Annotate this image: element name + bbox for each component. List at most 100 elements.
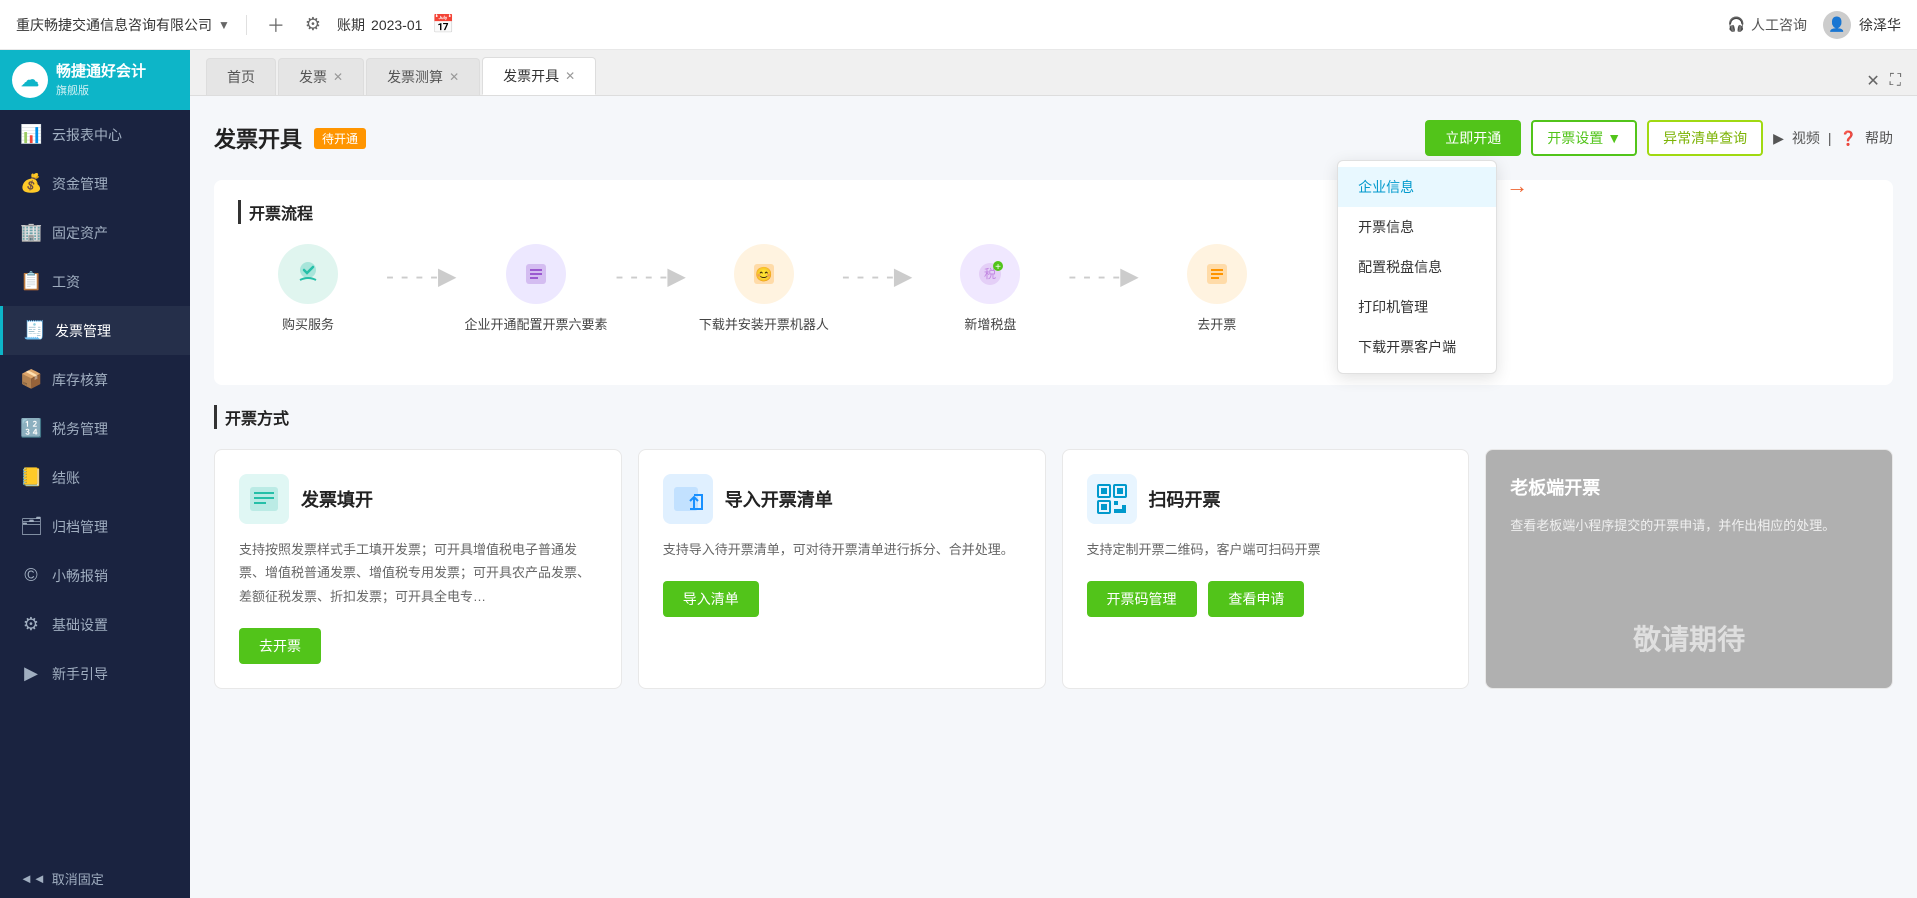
tab-fapiao-kaiju[interactable]: 发票开具 ✕ — [482, 57, 596, 95]
sidebar-item-label: 基础设置 — [52, 615, 108, 635]
settings-icon[interactable]: ⚙ — [301, 10, 325, 39]
billing-card-manual: 发票填开 支持按照发票样式手工填开发票；可开具增值税电子普通发票、增值税普通发票… — [214, 449, 622, 689]
billing-card-import-header: 导入开票清单 — [663, 474, 1021, 524]
abnormal-list-button[interactable]: 异常清单查询 — [1647, 120, 1763, 156]
scan-card-desc: 支持定制开票二维码，客户端可扫码开票 — [1087, 538, 1445, 561]
tab-cesuan-close[interactable]: ✕ — [449, 70, 459, 84]
step-addtax-label: 新增税盘 — [964, 314, 1016, 333]
headphone-icon: 🎧 — [1728, 16, 1745, 33]
user-name: 徐泽华 — [1859, 15, 1901, 35]
sidebar-item-label: 库存核算 — [52, 370, 108, 390]
tab-bar-inner: 首页 发票 ✕ 发票测算 ✕ 发票开具 ✕ — [206, 57, 1866, 95]
page-actions: 立即开通 开票设置 ▼ 企业信息 — [1425, 120, 1893, 156]
sidebar-nav: 📊 云报表中心 💰 资金管理 🏢 固定资产 📋 工资 🧾 发票管理 — [0, 110, 190, 859]
company-selector[interactable]: 重庆畅捷交通信息咨询有限公司 ▼ — [16, 15, 230, 35]
dropdown-item-printer[interactable]: 打印机管理 — [1338, 287, 1496, 327]
tab-home-label: 首页 — [227, 67, 255, 87]
red-arrow-indicator: → — [1506, 173, 1528, 199]
avatar: 👤 — [1823, 11, 1851, 39]
manual-card-footer: 去开票 — [239, 628, 597, 664]
flow-step-addtax: 税 + 新增税盘 — [920, 244, 1060, 333]
sidebar-item-xinyindao[interactable]: ▶ 新手引导 — [0, 649, 190, 698]
sidebar-item-label: 云报表中心 — [52, 125, 122, 145]
billing-card-boss: 老板端开票 查看老板端小程序提交的开票申请，并作出相应的处理。 敬请期待 — [1485, 449, 1893, 689]
sidebar-item-fapiao[interactable]: 🧾 发票管理 — [0, 306, 190, 355]
dropdown-invoice-info-label: 开票信息 — [1358, 219, 1414, 235]
flow-step-buy: 购买服务 — [238, 244, 378, 333]
step-download-icon: 😊 — [734, 244, 794, 304]
sidebar-item-gongzi[interactable]: 📋 工资 — [0, 257, 190, 306]
sidebar-item-label: 新手引导 — [52, 664, 108, 684]
chart-icon: 📊 — [20, 124, 42, 145]
sidebar-item-yunbao[interactable]: 📊 云报表中心 — [0, 110, 190, 159]
step-kaipiao-label: 去开票 — [1197, 314, 1236, 333]
archive-icon: 🗂 — [20, 516, 42, 537]
close-tab-icon[interactable]: ✕ — [1866, 71, 1879, 91]
tab-fapiao[interactable]: 发票 ✕ — [278, 58, 364, 95]
logo-title: 畅捷通好会计 — [56, 62, 146, 82]
tab-fapiao-close[interactable]: ✕ — [333, 70, 343, 84]
dropdown-item-tax-disk[interactable]: 配置税盘信息 — [1338, 247, 1496, 287]
page-content: 发票开具 待开通 立即开通 开票设置 ▼ — [190, 96, 1917, 898]
flow-arrow-2: - - - -▶ — [607, 262, 693, 291]
step-addtax-icon: 税 + — [960, 244, 1020, 304]
calendar-icon[interactable]: 📅 — [428, 10, 458, 39]
invoice-icon: 🧾 — [23, 320, 45, 341]
overlay-text: 敬请期待 — [1633, 618, 1745, 658]
import-invoice-icon — [663, 474, 713, 524]
sidebar-item-kucun[interactable]: 📦 库存核算 — [0, 355, 190, 404]
separator-pipe: | — [1828, 130, 1832, 146]
sidebar-item-gudingzichan[interactable]: 🏢 固定资产 — [0, 208, 190, 257]
sidebar-item-jiezhang[interactable]: 📒 结账 — [0, 453, 190, 502]
flow-step-kaipiao: 去开票 — [1147, 244, 1287, 333]
tab-home[interactable]: 首页 — [206, 58, 276, 95]
flow-section: 开票流程 购买服务 — [214, 180, 1893, 385]
dropdown-item-download-client[interactable]: 下载开票客户端 — [1338, 327, 1496, 367]
sidebar-item-jichushezhi[interactable]: ⚙ 基础设置 — [0, 600, 190, 649]
billing-card-manual-header: 发票填开 — [239, 474, 597, 524]
status-badge: 待开通 — [314, 128, 366, 149]
import-card-title: 导入开票清单 — [725, 486, 833, 512]
flow-section-title: 开票流程 — [238, 200, 1869, 224]
methods-section-title: 开票方式 — [214, 405, 1893, 429]
sidebar-item-shuiwu[interactable]: 🔢 税务管理 — [0, 404, 190, 453]
boss-card-desc: 查看老板端小程序提交的开票申请，并作出相应的处理。 — [1510, 514, 1868, 537]
sidebar-item-guidang[interactable]: 🗂 归档管理 — [0, 502, 190, 551]
scan-card-title: 扫码开票 — [1149, 486, 1221, 512]
qrcode-manage-button[interactable]: 开票码管理 — [1087, 581, 1197, 617]
top-bar-right: 🎧 人工咨询 👤 徐泽华 — [1728, 11, 1901, 39]
sidebar-item-label: 归档管理 — [52, 517, 108, 537]
scan-card-footer: 开票码管理 查看申请 — [1087, 581, 1445, 617]
activate-button[interactable]: 立即开通 — [1425, 120, 1521, 156]
add-icon[interactable]: ＋ — [263, 8, 289, 42]
maximize-icon[interactable]: ⛶ — [1890, 72, 1901, 90]
dropdown-arrow-icon: ▼ — [1607, 130, 1621, 146]
play-icon: ▶ — [20, 663, 42, 684]
manual-invoice-button[interactable]: 去开票 — [239, 628, 321, 664]
view-apply-button[interactable]: 查看申请 — [1208, 581, 1304, 617]
content-area: 首页 发票 ✕ 发票测算 ✕ 发票开具 ✕ ✕ — [190, 50, 1917, 898]
scan-invoice-icon — [1087, 474, 1137, 524]
settings-label: 开票设置 — [1547, 128, 1603, 148]
sidebar-bottom-cancel[interactable]: ◄◄ 取消固定 — [0, 859, 190, 898]
flow-arrow-1: - - - -▶ — [378, 262, 464, 291]
user-info[interactable]: 👤 徐泽华 — [1823, 11, 1901, 39]
box-icon: 📦 — [20, 369, 42, 390]
support-button[interactable]: 🎧 人工咨询 — [1728, 15, 1807, 35]
tab-kaiju-close[interactable]: ✕ — [565, 69, 575, 83]
dropdown-item-invoice-info[interactable]: 开票信息 — [1338, 207, 1496, 247]
import-list-button[interactable]: 导入清单 — [663, 581, 759, 617]
main-area: ☁ 畅捷通好会计 旗舰版 📊 云报表中心 💰 资金管理 🏢 — [0, 50, 1917, 898]
settings-button[interactable]: 开票设置 ▼ — [1531, 120, 1637, 156]
play-circle-icon: ▶ — [1773, 130, 1784, 147]
tab-fapiao-cesuan[interactable]: 发票测算 ✕ — [366, 58, 480, 95]
flow-steps: 购买服务 - - - -▶ — [238, 244, 1869, 333]
period-info: 账期 2023-01 📅 — [337, 10, 459, 39]
video-help[interactable]: ▶ 视频 | ❓ 帮助 — [1773, 128, 1893, 148]
step-download-label: 下载并安装开票机器人 — [699, 314, 829, 333]
building-icon: 🏢 — [20, 222, 42, 243]
logo-text-group: 畅捷通好会计 旗舰版 — [56, 62, 146, 98]
sidebar-item-xiaochang[interactable]: © 小畅报销 — [0, 551, 190, 600]
dropdown-item-company-info[interactable]: 企业信息 — [1338, 167, 1496, 207]
sidebar-item-zijin[interactable]: 💰 资金管理 — [0, 159, 190, 208]
